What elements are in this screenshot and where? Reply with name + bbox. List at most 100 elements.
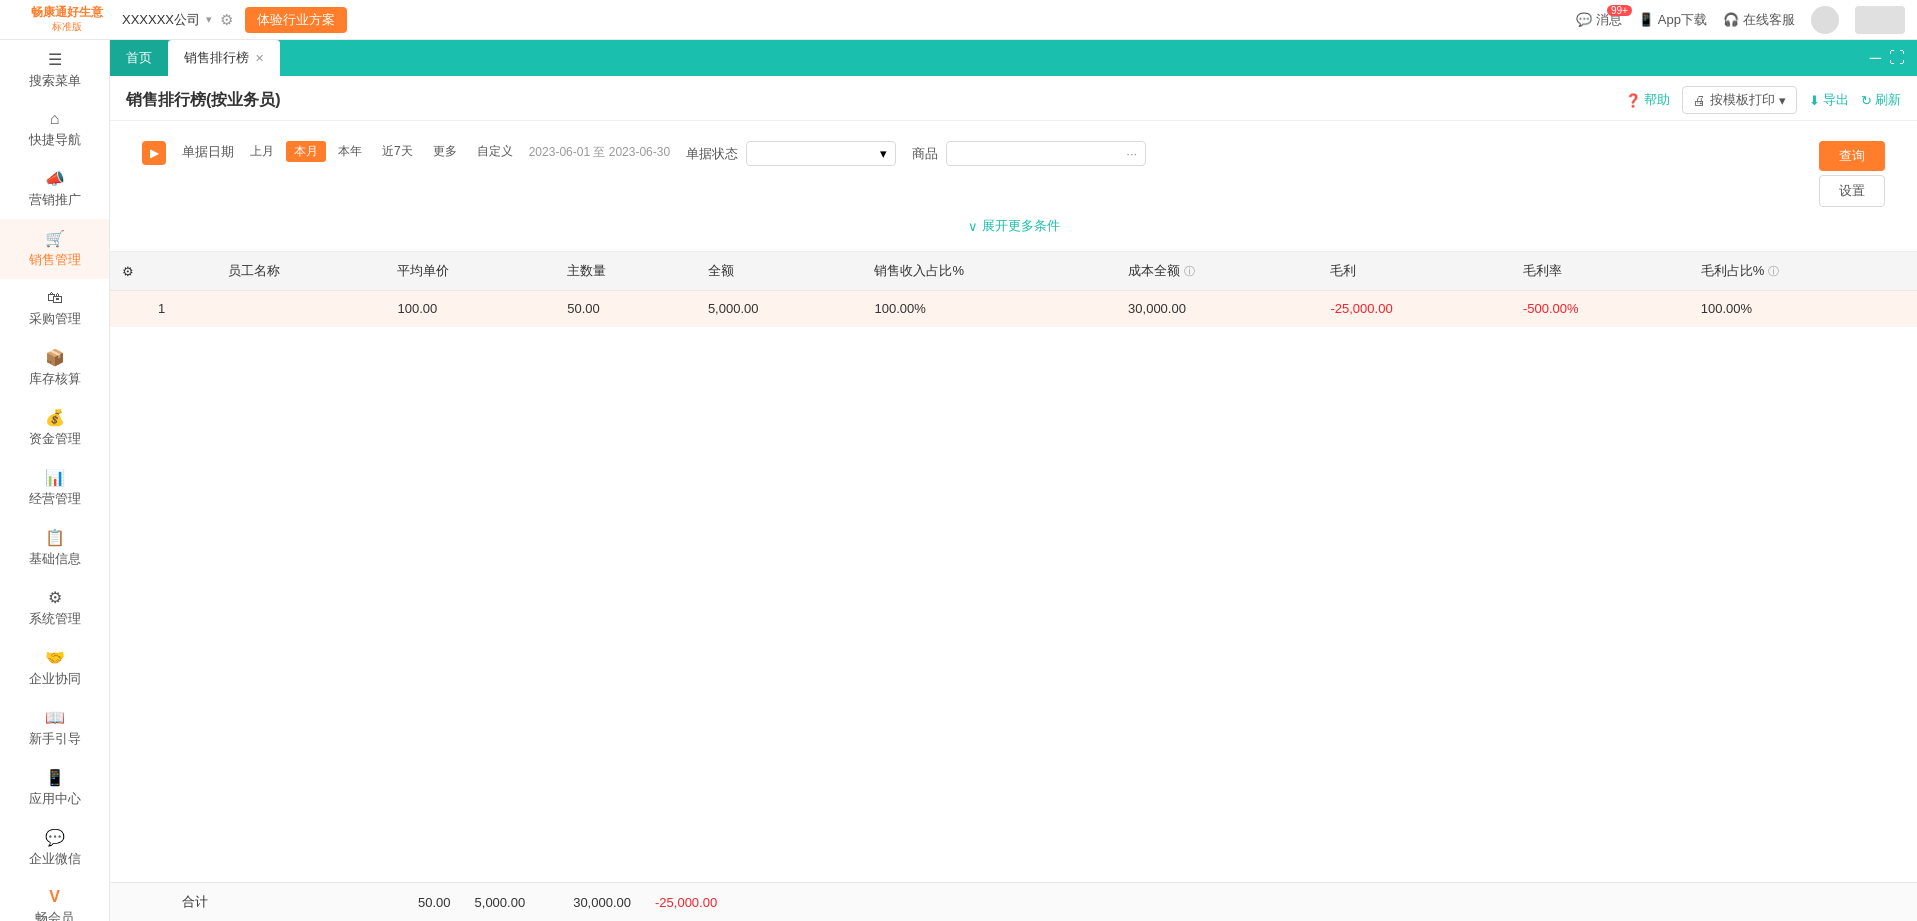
- status-filter-group: 单据状态 ▾: [686, 141, 896, 166]
- tab-close-icon[interactable]: ✕: [255, 52, 264, 65]
- expand-chevron-icon: ∨: [968, 219, 978, 234]
- date-tab-custom[interactable]: 自定义: [469, 141, 521, 162]
- sidebar-item-guide[interactable]: 📖 新手引导: [0, 698, 109, 758]
- minimize-icon[interactable]: ─: [1870, 49, 1881, 67]
- table-footer: 合计 50.00 5,000.00 30,000.00 -25,000.00: [110, 882, 1917, 921]
- sidebar-item-inventory[interactable]: 📦 库存核算: [0, 338, 109, 398]
- goods-more-icon[interactable]: ···: [1126, 146, 1137, 161]
- company-selector[interactable]: XXXXXX公司 ▾: [122, 11, 212, 29]
- sidebar-item-search[interactable]: ☰ 搜索菜单: [0, 40, 109, 100]
- sidebar-label-appstore: 应用中心: [29, 790, 81, 808]
- avatar[interactable]: [1811, 6, 1839, 34]
- date-tab-current[interactable]: 本月: [286, 141, 326, 162]
- goods-filter-group: 商品 ···: [912, 141, 1146, 166]
- sidebar-item-system[interactable]: ⚙ 系统管理: [0, 578, 109, 638]
- date-tab-year[interactable]: 本年: [330, 141, 370, 162]
- guide-icon: 📖: [45, 708, 65, 727]
- table-header-row: ⚙ 员工名称 平均单价 主数量 全额 销售收入占比% 成本全额 ⓘ 毛利 毛利率…: [110, 252, 1917, 291]
- status-filter-label: 单据状态: [686, 145, 738, 163]
- logo-area: 畅康通好生意 标准版: [12, 5, 122, 33]
- sidebar-item-sales[interactable]: 🛒 销售管理: [0, 219, 109, 279]
- sidebar-label-sales: 销售管理: [29, 251, 81, 269]
- maximize-icon[interactable]: ⛶: [1889, 49, 1905, 67]
- filter-area: ▶ 单据日期 上月 本月 本年 近7天 更多 自定义 2: [110, 121, 1917, 252]
- logo-title: 畅康通好生意: [31, 5, 103, 19]
- page-header: 销售排行榜(按业务员) ❓ 帮助 🖨 按模板打印 ▾ ⬇ 导出: [110, 76, 1917, 121]
- cost-info-icon[interactable]: ⓘ: [1184, 265, 1195, 277]
- status-select[interactable]: ▾: [746, 141, 896, 166]
- sidebar-label-cooperation: 企业协同: [29, 670, 81, 688]
- sidebar-item-cooperation[interactable]: 🤝 企业协同: [0, 638, 109, 698]
- setting-button[interactable]: 设置: [1819, 175, 1885, 207]
- footer-main-qty: 50.00: [406, 895, 463, 910]
- date-tab-7days[interactable]: 近7天: [374, 141, 421, 162]
- filter-toggle-button[interactable]: ▶: [142, 141, 166, 165]
- app-download-item[interactable]: 📱 App下载: [1638, 11, 1707, 29]
- online-service-item[interactable]: 🎧 在线客服: [1723, 11, 1795, 29]
- export-icon: ⬇: [1809, 93, 1820, 108]
- system-icon: ⚙: [48, 588, 62, 607]
- sidebar-label-system: 系统管理: [29, 610, 81, 628]
- cell-rank: 1: [146, 291, 216, 327]
- sidebar-item-marketing[interactable]: 📣 营销推广: [0, 159, 109, 219]
- sidebar-label-basic: 基础信息: [29, 550, 81, 568]
- sidebar-label-member: 畅会员: [35, 909, 74, 921]
- expand-more-button[interactable]: ∨ 展开更多条件: [126, 211, 1901, 241]
- date-tabs: 上月 本月 本年 近7天 更多 自定义: [242, 141, 521, 162]
- sidebar-label-operation: 经营管理: [29, 490, 81, 508]
- logo-sub: 标准版: [52, 20, 82, 34]
- company-name: XXXXXX公司: [122, 11, 200, 29]
- date-tab-more[interactable]: 更多: [425, 141, 465, 162]
- cell-settings: [110, 291, 146, 327]
- date-range-text: 2023-06-01 至 2023-06-30: [529, 144, 670, 161]
- sidebar-label-purchase: 采购管理: [29, 310, 81, 328]
- cell-sales-pct: 100.00%: [862, 291, 1116, 327]
- col-profit: 毛利: [1318, 252, 1510, 291]
- trial-button[interactable]: 体验行业方案: [245, 7, 347, 33]
- sidebar-item-member[interactable]: V 畅会员: [0, 878, 109, 921]
- col-main-qty: 主数量: [555, 252, 696, 291]
- message-badge: 99+: [1607, 5, 1632, 16]
- cell-name: [216, 291, 386, 327]
- sidebar-item-purchase[interactable]: 🛍 采购管理: [0, 279, 109, 338]
- sales-icon: 🛒: [45, 229, 65, 248]
- member-icon: V: [49, 888, 60, 906]
- profit-pct-info-icon[interactable]: ⓘ: [1768, 265, 1779, 277]
- app-download-label: App下载: [1658, 11, 1707, 29]
- refresh-icon: ↻: [1861, 93, 1872, 108]
- tab-home[interactable]: 首页: [110, 40, 168, 76]
- sidebar-item-nav[interactable]: ⌂ 快捷导航: [0, 100, 109, 159]
- tab-sales-ranking-label: 销售排行榜: [184, 49, 249, 67]
- sidebar-item-appstore[interactable]: 📱 应用中心: [0, 758, 109, 818]
- sidebar-label-inventory: 库存核算: [29, 370, 81, 388]
- filter-actions: 查询 设置: [1819, 141, 1885, 207]
- sidebar-item-finance[interactable]: 💰 资金管理: [0, 398, 109, 458]
- help-link[interactable]: ❓ 帮助: [1625, 91, 1670, 109]
- tab-home-label: 首页: [126, 49, 152, 67]
- goods-input[interactable]: ···: [946, 141, 1146, 166]
- sidebar-label-wechat: 企业微信: [29, 850, 81, 868]
- query-button[interactable]: 查询: [1819, 141, 1885, 171]
- col-settings[interactable]: ⚙: [110, 252, 146, 291]
- sidebar-item-wechat[interactable]: 💬 企业微信: [0, 818, 109, 878]
- sidebar: ☰ 搜索菜单 ⌂ 快捷导航 📣 营销推广 🛒 销售管理 🛍 采购管理 📦 库存核…: [0, 40, 110, 921]
- message-item[interactable]: 💬 消息 99+: [1576, 11, 1622, 29]
- tab-sales-ranking[interactable]: 销售排行榜 ✕: [168, 40, 280, 76]
- content-area: 首页 销售排行榜 ✕ ─ ⛶ 销售排行榜(按业务员) ❓ 帮助: [110, 40, 1917, 921]
- appstore-icon: 📱: [45, 768, 65, 787]
- col-sales-pct: 销售收入占比%: [862, 252, 1116, 291]
- cell-cost: 30,000.00: [1116, 291, 1318, 327]
- cell-main-qty: 50.00: [555, 291, 696, 327]
- sidebar-item-basic[interactable]: 📋 基础信息: [0, 518, 109, 578]
- operation-icon: 📊: [45, 468, 65, 487]
- col-cost: 成本全额 ⓘ: [1116, 252, 1318, 291]
- service-icon: 🎧: [1723, 12, 1739, 27]
- sidebar-item-operation[interactable]: 📊 经营管理: [0, 458, 109, 518]
- settings-icon[interactable]: ⚙: [220, 11, 233, 29]
- export-link[interactable]: ⬇ 导出: [1809, 91, 1849, 109]
- col-amount: 全额: [696, 252, 863, 291]
- cell-profit: -25,000.00: [1318, 291, 1510, 327]
- print-button[interactable]: 🖨 按模板打印 ▾: [1682, 86, 1797, 114]
- date-tab-prev[interactable]: 上月: [242, 141, 282, 162]
- refresh-link[interactable]: ↻ 刷新: [1861, 91, 1901, 109]
